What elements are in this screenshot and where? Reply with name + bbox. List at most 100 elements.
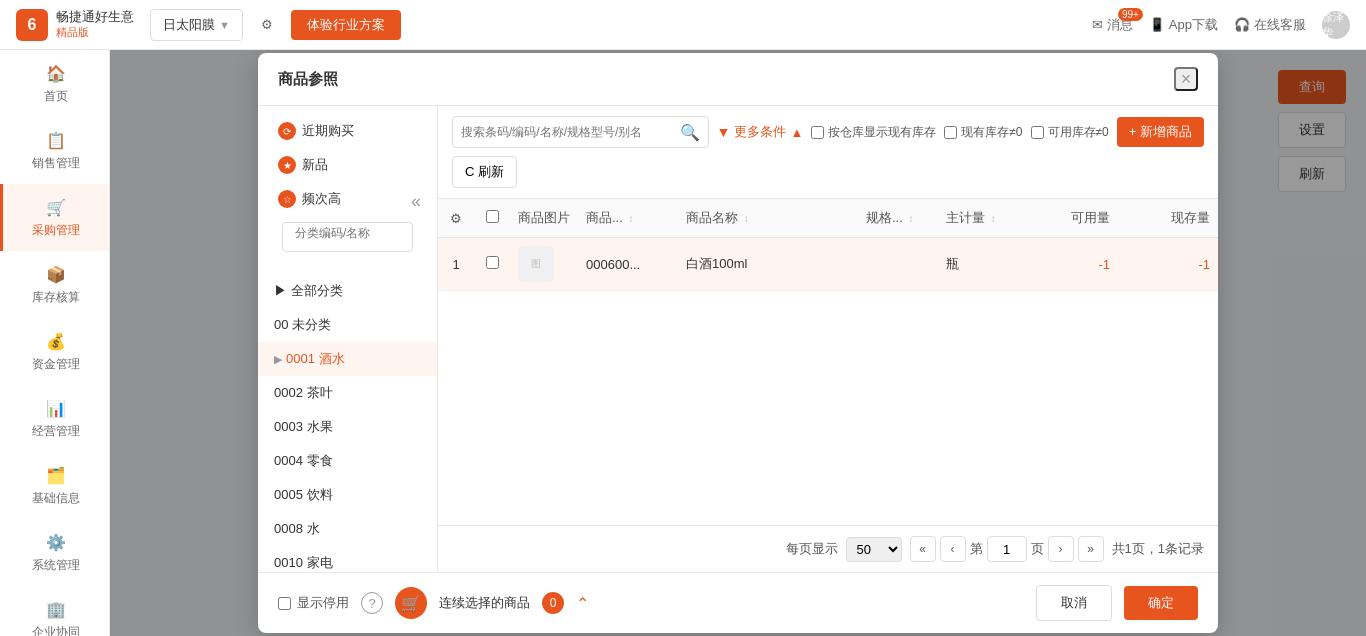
frequent-btn[interactable]: ☆ 频次高	[270, 184, 362, 214]
checkbox-warehouse-stock[interactable]: 按仓库显示现有库存	[811, 124, 936, 141]
sidebar-item-enterprise[interactable]: 🏢企业协同	[0, 586, 109, 636]
page-last-button[interactable]: »	[1078, 536, 1104, 562]
per-page-select[interactable]: 50 10 20 100	[846, 537, 902, 562]
row-code-cell: 000600...	[578, 238, 678, 291]
checkbox-nonzero-stock[interactable]: 现有库存≠0	[944, 124, 1022, 141]
total-info: 共1页，1条记录	[1112, 540, 1204, 558]
page-suffix-text: 页	[1031, 540, 1044, 558]
th-settings: ⚙	[438, 199, 474, 238]
checkbox-available-nonzero[interactable]: 可用库存≠0	[1031, 124, 1109, 141]
cat-item-0010[interactable]: 0010 家电	[258, 546, 437, 572]
page-label-text: 第	[970, 540, 983, 558]
table-row[interactable]: 1 图 000600... 白酒100ml 瓶	[438, 238, 1218, 291]
chevron-down-icon: ▼	[219, 19, 230, 31]
recent-purchase-btn[interactable]: ⟳ 近期购买	[270, 116, 362, 146]
th-unit[interactable]: 主计量 ↕	[938, 199, 1018, 238]
product-image: 图	[518, 246, 554, 282]
row-stock-cell: -1	[1118, 238, 1218, 291]
online-service-button[interactable]: 🎧 在线客服	[1234, 16, 1306, 34]
sidebar-item-finance[interactable]: 💰资金管理	[0, 318, 109, 385]
search-icon: 🔍	[680, 123, 700, 142]
sidebar-item-home[interactable]: 🏠首页	[0, 50, 109, 117]
cat-item-0001[interactable]: ▶ 0001 酒水	[258, 342, 437, 376]
row-spec-cell	[858, 238, 938, 291]
checkbox-nonzero-input[interactable]	[944, 126, 957, 139]
category-search-box[interactable]: 🔍	[282, 222, 413, 252]
sidebar-item-system[interactable]: ⚙️系统管理	[0, 519, 109, 586]
business-icon: 📊	[45, 397, 67, 419]
recent-purchase-icon: ⟳	[278, 122, 296, 140]
confirm-button[interactable]: 确定	[1124, 586, 1198, 620]
experience-button[interactable]: 体验行业方案	[291, 10, 401, 40]
sidebar-item-label: 基础信息	[32, 490, 80, 507]
sidebar-item-business[interactable]: 📊 经营管理	[0, 385, 109, 452]
purchase-icon: 🛒	[45, 196, 67, 218]
logo-area: 6 畅捷通好生意 精品版	[16, 9, 134, 41]
page-number-input[interactable]	[987, 536, 1027, 562]
cart-icon-button[interactable]: 🛒	[395, 587, 427, 619]
footer-left: 显示停用	[278, 594, 349, 612]
filter-icon: ▼	[717, 124, 731, 140]
page-prev-button[interactable]: ‹	[940, 536, 966, 562]
filter-more-button[interactable]: ▼ 更多条件 ▲	[717, 123, 804, 141]
gear-icon[interactable]: ⚙	[251, 9, 283, 41]
page-first-button[interactable]: «	[910, 536, 936, 562]
product-search-input[interactable]	[461, 125, 674, 139]
sidebar-item-purchase[interactable]: 🛒采购管理	[0, 184, 109, 251]
add-product-button[interactable]: + 新增商品	[1117, 117, 1204, 147]
checkbox-warehouse-input[interactable]	[811, 126, 824, 139]
sidebar-item-label: 库存核算	[32, 289, 80, 306]
row-checkbox-cell[interactable]	[474, 238, 510, 291]
avatar: 徐泽华	[1322, 11, 1350, 39]
products-table: ⚙ 商品图片 商品... ↕ 商品名称 ↕ 规格... ↕ 主计量 ↕ 可用量	[438, 199, 1218, 525]
modal-close-button[interactable]: ×	[1174, 67, 1198, 91]
collapse-icon[interactable]: ⌃	[576, 594, 589, 613]
row-name-cell: 白酒100ml	[678, 238, 858, 291]
cart-icon: 🛒	[401, 594, 421, 613]
product-table: ⚙ 商品图片 商品... ↕ 商品名称 ↕ 规格... ↕ 主计量 ↕ 可用量	[438, 199, 1218, 291]
nav-selector[interactable]: 日太阳膜 ▼	[150, 9, 243, 41]
product-search-box[interactable]: 🔍	[452, 116, 709, 148]
cat-item-0004[interactable]: 0004 零食	[258, 444, 437, 478]
sidebar-item-basic[interactable]: 🗂️基础信息	[0, 452, 109, 519]
sidebar-item-label: 经营管理	[32, 423, 80, 440]
app-download-button[interactable]: 📱 App下载	[1149, 16, 1218, 34]
cancel-button[interactable]: 取消	[1036, 585, 1112, 621]
all-categories-item[interactable]: ▶ 全部分类	[258, 274, 437, 308]
th-code[interactable]: 商品... ↕	[578, 199, 678, 238]
sidebar: 🏠首页📋销售管理🛒采购管理📦库存核算💰资金管理 📊 经营管理 🗂️基础信息⚙️系统管理…	[0, 50, 110, 636]
message-button[interactable]: ✉ 消息 99+	[1092, 16, 1133, 34]
refresh-button[interactable]: C 刷新	[452, 156, 517, 188]
th-name[interactable]: 商品名称 ↕	[678, 199, 858, 238]
system-icon: ⚙️	[45, 531, 67, 553]
headset-icon: 🎧	[1234, 17, 1250, 32]
help-icon[interactable]: ?	[361, 592, 383, 614]
pagination-bar: 每页显示 50 10 20 100 « ‹ 第	[438, 525, 1218, 572]
message-icon: ✉	[1092, 17, 1103, 32]
modal-overlay: 商品参照 × ⟳ 近期购买	[110, 50, 1366, 636]
show-disabled-group[interactable]: 显示停用	[278, 594, 349, 612]
cat-item-0005[interactable]: 0005 饮料	[258, 478, 437, 512]
th-spec[interactable]: 规格... ↕	[858, 199, 938, 238]
row-checkbox[interactable]	[486, 256, 499, 269]
cat-item-0003[interactable]: 0003 水果	[258, 410, 437, 444]
modal-body: ⟳ 近期购买 ★ 新品 ☆ 频次高	[258, 106, 1218, 572]
sidebar-item-sales[interactable]: 📋销售管理	[0, 117, 109, 184]
checkbox-available-input[interactable]	[1031, 126, 1044, 139]
cat-item-00[interactable]: 00 未分类	[258, 308, 437, 342]
collapse-panel-button[interactable]: «	[407, 189, 425, 214]
page-next-button[interactable]: ›	[1048, 536, 1074, 562]
select-all-checkbox[interactable]	[486, 210, 499, 223]
modal-title: 商品参照	[278, 70, 338, 89]
continuous-select-label: 连续选择的商品	[439, 594, 530, 612]
user-button[interactable]: 徐泽华	[1322, 11, 1350, 39]
category-panel: ⟳ 近期购买 ★ 新品 ☆ 频次高	[258, 106, 438, 572]
frequent-icon: ☆	[278, 190, 296, 208]
cat-item-0008[interactable]: 0008 水	[258, 512, 437, 546]
new-items-btn[interactable]: ★ 新品	[270, 150, 362, 180]
sidebar-item-inventory[interactable]: 📦库存核算	[0, 251, 109, 318]
category-search-input[interactable]	[295, 226, 438, 240]
show-disabled-checkbox[interactable]	[278, 597, 291, 610]
cat-item-0002[interactable]: 0002 茶叶	[258, 376, 437, 410]
table-body: 1 图 000600... 白酒100ml 瓶	[438, 238, 1218, 291]
